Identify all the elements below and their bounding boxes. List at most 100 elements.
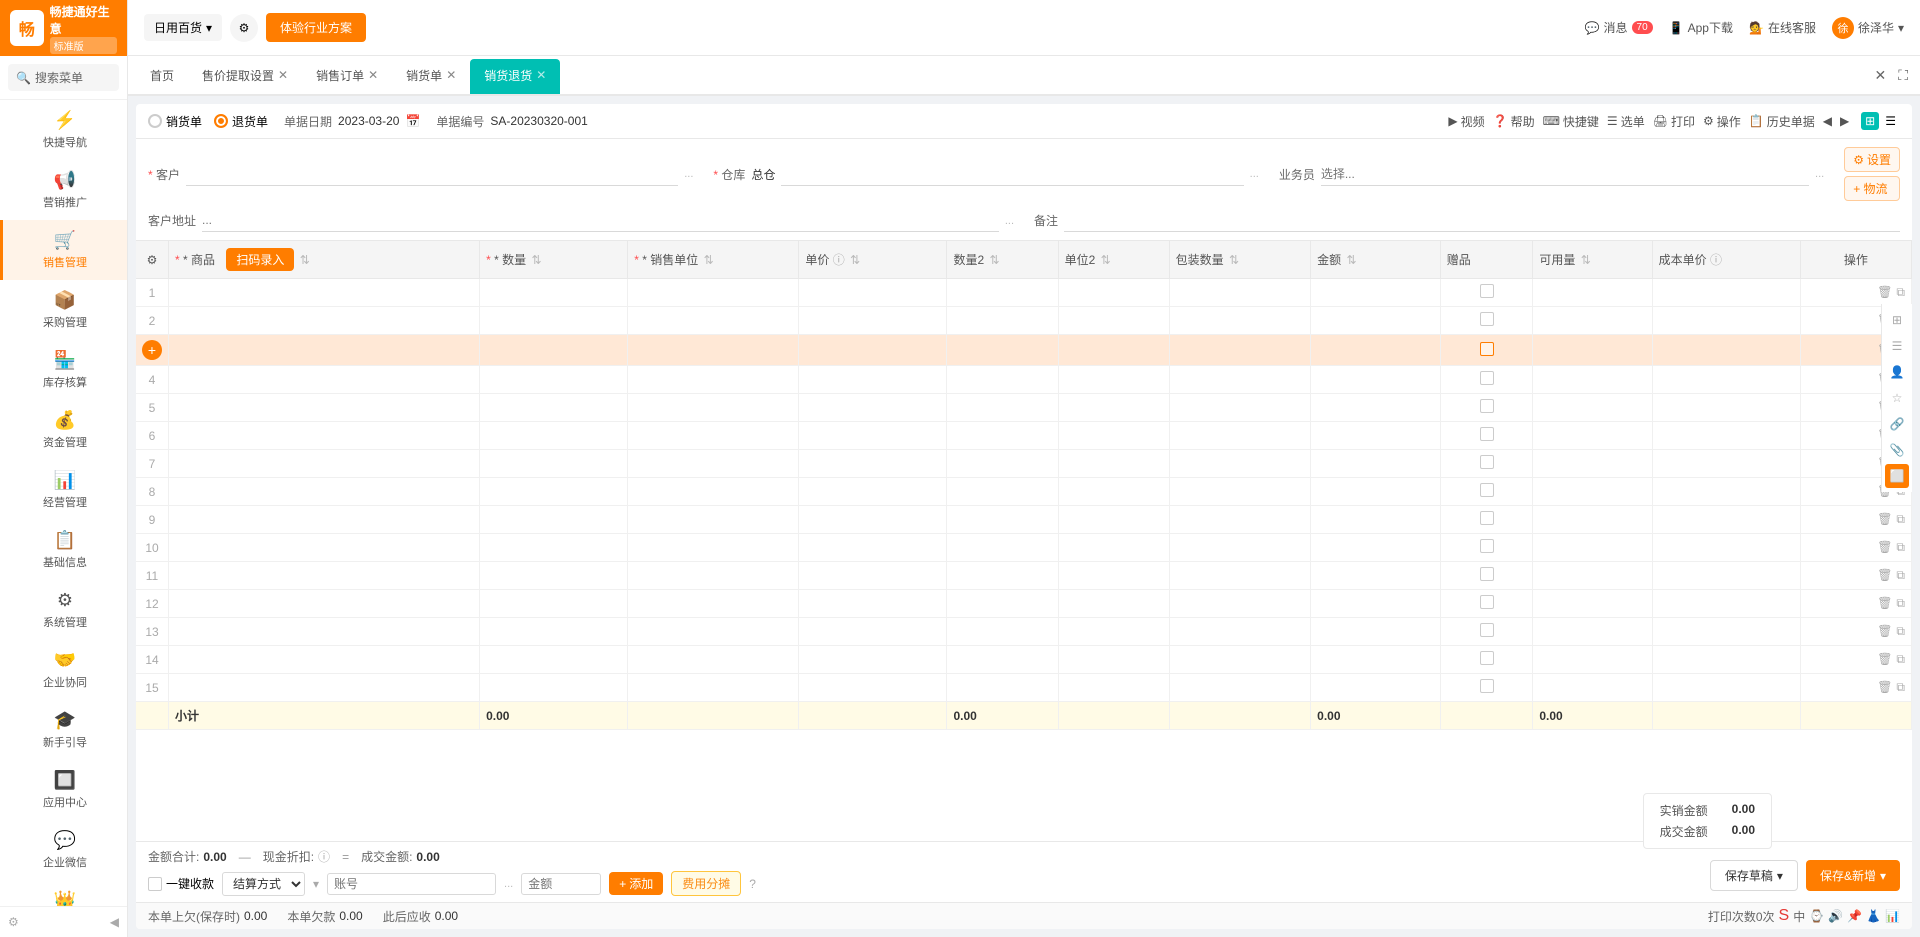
sidebar-item-wechat[interactable]: 💬 企业微信 bbox=[0, 820, 127, 880]
settle-method-select[interactable]: 结算方式 bbox=[222, 872, 305, 896]
operate-btn[interactable]: ⚙ 操作 bbox=[1703, 113, 1741, 130]
right-panel-table-icon[interactable]: ⊞ bbox=[1885, 308, 1909, 332]
price-info-icon[interactable]: ⓘ bbox=[833, 253, 845, 267]
customer-input[interactable] bbox=[186, 163, 678, 186]
row-available[interactable] bbox=[1533, 335, 1652, 366]
row-gift[interactable] bbox=[1440, 335, 1533, 366]
tab-sale-return[interactable]: 销货退货 ✕ bbox=[470, 59, 560, 94]
row-cost[interactable] bbox=[1652, 307, 1800, 335]
tab-close-sale-price[interactable]: ✕ bbox=[278, 68, 288, 82]
copy-row-icon[interactable]: ⧉ bbox=[1896, 680, 1905, 695]
tab-close-sale-order[interactable]: ✕ bbox=[368, 68, 378, 82]
delete-row-icon[interactable]: 🗑 bbox=[1877, 596, 1892, 611]
print-btn[interactable]: 🖨 打印 bbox=[1653, 113, 1695, 130]
sidebar-item-enterprise[interactable]: 🤝 企业协同 bbox=[0, 640, 127, 700]
row-product[interactable] bbox=[169, 279, 480, 307]
tab-close-sale-return[interactable]: ✕ bbox=[536, 68, 546, 82]
delete-row-icon[interactable]: 🗑 bbox=[1877, 568, 1892, 583]
sort-pack-icon[interactable]: ⇅ bbox=[1229, 253, 1239, 267]
sort-avail-icon[interactable]: ⇅ bbox=[1581, 253, 1591, 267]
row-pack[interactable] bbox=[1169, 335, 1311, 366]
row-cost[interactable] bbox=[1652, 279, 1800, 307]
taskbar-icon3[interactable]: 🔊 bbox=[1828, 909, 1843, 923]
warehouse-input[interactable] bbox=[781, 163, 1243, 186]
row-product[interactable] bbox=[169, 335, 480, 366]
history-btn[interactable]: 📋 历史单据 bbox=[1749, 113, 1815, 130]
row-qty[interactable] bbox=[480, 279, 628, 307]
right-panel-star-icon[interactable]: ☆ bbox=[1885, 386, 1909, 410]
product-input-active[interactable] bbox=[175, 343, 473, 357]
sort-product-icon[interactable]: ⇅ bbox=[300, 253, 310, 267]
radio-sale-bill[interactable]: 销货单 bbox=[148, 113, 202, 130]
row-price[interactable] bbox=[799, 335, 947, 366]
one-click-payment-checkbox[interactable] bbox=[148, 877, 162, 891]
tab-sale-bill[interactable]: 销货单 ✕ bbox=[392, 59, 470, 94]
row-amount[interactable] bbox=[1311, 279, 1441, 307]
settings-icon[interactable]: ⚙ bbox=[8, 915, 19, 929]
tab-home[interactable]: 首页 bbox=[136, 59, 188, 94]
taskbar-icon6[interactable]: 📊 bbox=[1885, 909, 1900, 923]
row-qty2[interactable] bbox=[947, 279, 1058, 307]
sidebar-item-operation[interactable]: 📊 经营管理 bbox=[0, 460, 127, 520]
delete-row-icon[interactable]: 🗑 bbox=[1877, 540, 1892, 555]
calendar-icon[interactable]: 📅 bbox=[405, 114, 420, 128]
radio-return-bill[interactable]: 退货单 bbox=[214, 113, 268, 130]
sort-unit-icon[interactable]: ⇅ bbox=[704, 253, 714, 267]
staff-input[interactable] bbox=[1321, 163, 1809, 186]
sidebar-item-apps[interactable]: 🔲 应用中心 bbox=[0, 760, 127, 820]
delete-row-icon[interactable]: 🗑 bbox=[1877, 285, 1892, 300]
app-download-button[interactable]: 📱 App下载 bbox=[1669, 19, 1733, 36]
copy-row-icon[interactable]: ⧉ bbox=[1896, 652, 1905, 667]
row-price[interactable] bbox=[799, 279, 947, 307]
sidebar-item-newbie[interactable]: 🎓 新手引导 bbox=[0, 700, 127, 760]
sidebar-item-finance[interactable]: 💰 资金管理 bbox=[0, 400, 127, 460]
copy-row-icon[interactable]: ⧉ bbox=[1896, 285, 1905, 300]
expand-tab-button[interactable]: ⛶ bbox=[1894, 65, 1912, 86]
row-price[interactable] bbox=[799, 307, 947, 335]
row-amount[interactable] bbox=[1311, 307, 1441, 335]
account-input[interactable] bbox=[327, 873, 496, 895]
online-service-button[interactable]: 💁 在线客服 bbox=[1749, 19, 1816, 36]
industry-dropdown[interactable]: 日用百货 ▾ bbox=[144, 14, 222, 41]
prev-record-btn[interactable]: ◀ bbox=[1823, 114, 1832, 128]
save-new-button[interactable]: 保存&新增 ▾ bbox=[1806, 860, 1900, 891]
shortcut-btn[interactable]: ⌨ 快捷键 bbox=[1543, 113, 1599, 130]
row-unit[interactable] bbox=[628, 279, 799, 307]
user-menu-button[interactable]: 徐 徐泽华 ▾ bbox=[1832, 17, 1904, 39]
copy-row-icon[interactable]: ⧉ bbox=[1896, 540, 1905, 555]
scan-barcode-btn[interactable]: 扫码录入 bbox=[226, 248, 294, 271]
row-product[interactable] bbox=[169, 307, 480, 335]
row-unit[interactable] bbox=[628, 335, 799, 366]
row-qty2[interactable] bbox=[947, 335, 1058, 366]
copy-row-icon[interactable]: ⧉ bbox=[1896, 512, 1905, 527]
header-settings-button[interactable]: ⚙ bbox=[230, 14, 258, 42]
discount-info-icon[interactable]: ⓘ bbox=[318, 848, 330, 865]
list-view-btn[interactable]: ☰ bbox=[1881, 112, 1900, 130]
sidebar-item-shortcut[interactable]: ⚡ 快捷导航 bbox=[0, 100, 127, 160]
taskbar-icon5[interactable]: 👗 bbox=[1866, 909, 1881, 923]
sidebar-item-marketing[interactable]: 📢 营销推广 bbox=[0, 160, 127, 220]
row-qty2[interactable] bbox=[947, 307, 1058, 335]
search-menu-button[interactable]: 🔍 搜索菜单 bbox=[8, 64, 119, 91]
sidebar-item-inventory[interactable]: 🏪 库存核算 bbox=[0, 340, 127, 400]
save-draft-button[interactable]: 保存草稿 ▾ bbox=[1710, 860, 1798, 891]
cost-info-icon[interactable]: ⓘ bbox=[1710, 253, 1722, 267]
table-settings-icon[interactable]: ⚙ bbox=[147, 253, 158, 267]
video-btn[interactable]: ▶ 视频 bbox=[1448, 113, 1484, 130]
right-panel-clip-icon[interactable]: 📎 bbox=[1885, 438, 1909, 462]
row-gift[interactable] bbox=[1440, 307, 1533, 335]
address-input[interactable] bbox=[202, 209, 999, 232]
row-qty[interactable] bbox=[480, 335, 628, 366]
row-pack[interactable] bbox=[1169, 307, 1311, 335]
right-panel-active-icon[interactable]: ⬜ bbox=[1885, 464, 1909, 488]
one-click-payment-label[interactable]: 一键收款 bbox=[148, 875, 214, 892]
sort-qty2-icon[interactable]: ⇅ bbox=[990, 253, 1000, 267]
copy-row-icon[interactable]: ⧉ bbox=[1896, 596, 1905, 611]
tab-sale-order[interactable]: 销售订单 ✕ bbox=[302, 59, 392, 94]
right-panel-person-icon[interactable]: 👤 bbox=[1885, 360, 1909, 384]
copy-row-icon[interactable]: ⧉ bbox=[1896, 568, 1905, 583]
row-gift[interactable] bbox=[1440, 279, 1533, 307]
taskbar-icon2[interactable]: ⌚ bbox=[1809, 909, 1824, 923]
logistics-btn[interactable]: + 物流 bbox=[1844, 176, 1900, 201]
taskbar-icon4[interactable]: 📌 bbox=[1847, 909, 1862, 923]
